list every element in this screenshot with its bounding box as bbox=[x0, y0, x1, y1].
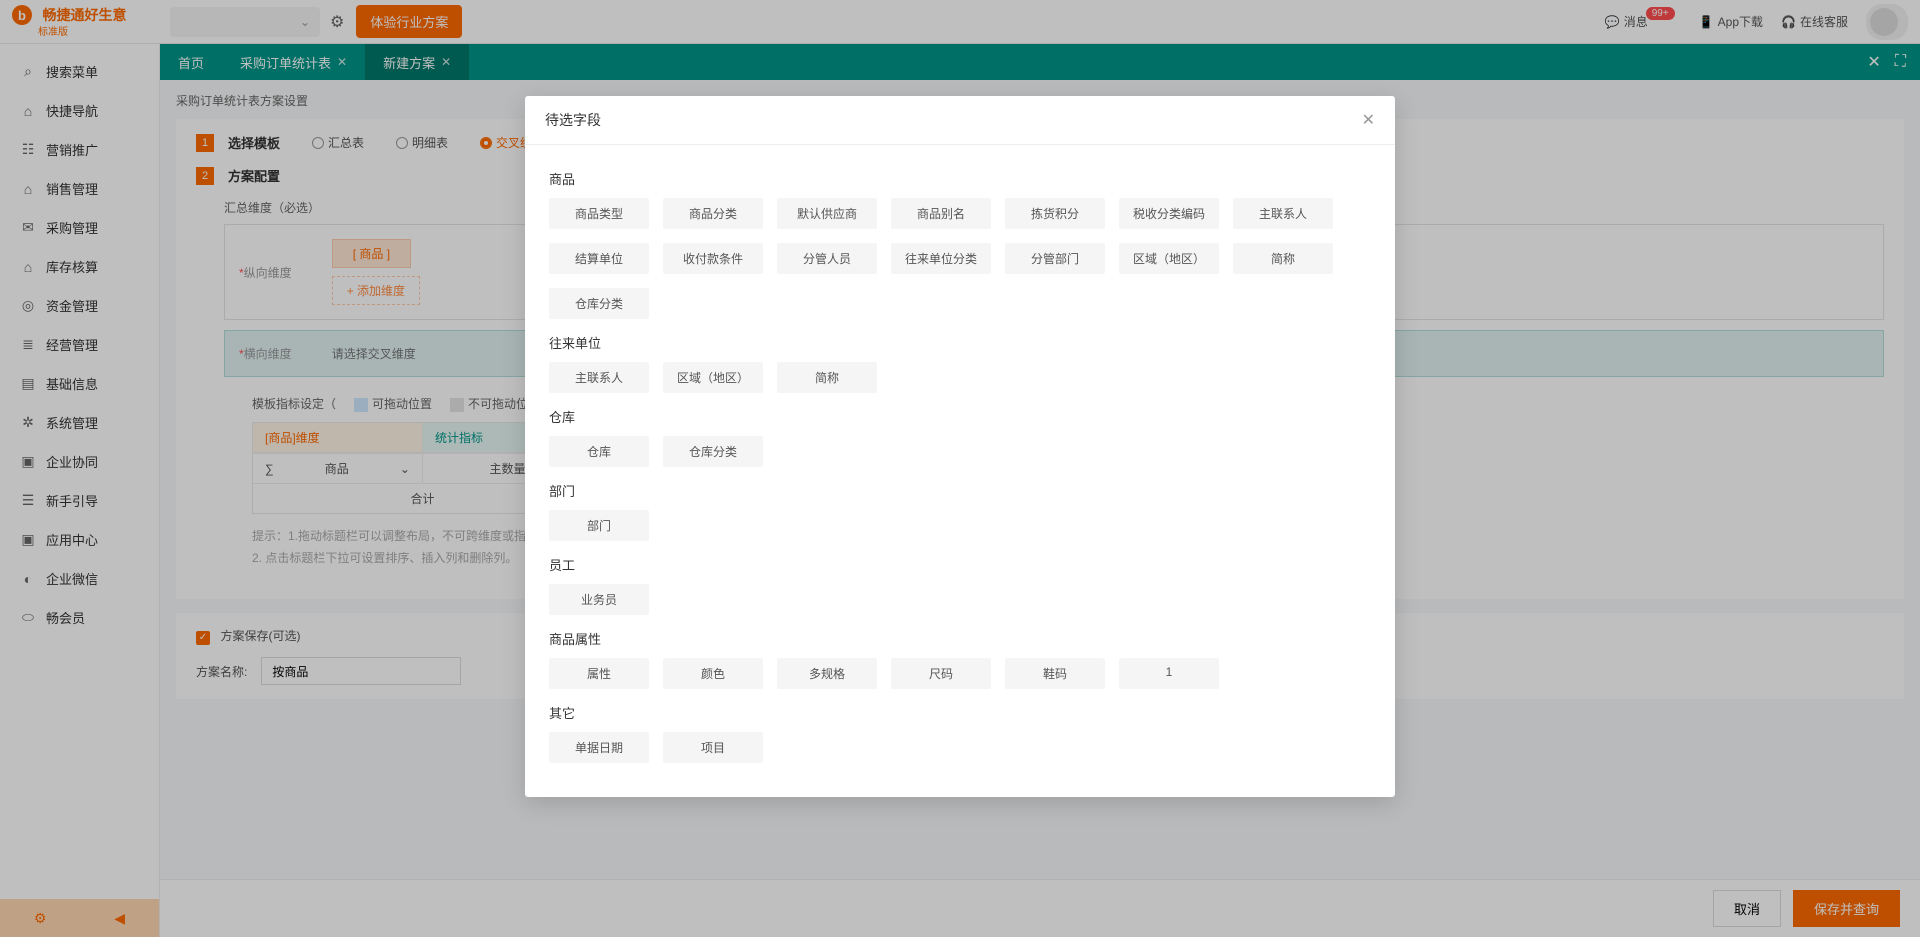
field-tag[interactable]: 仓库分类 bbox=[663, 436, 763, 467]
field-group-4: 员工业务员 bbox=[549, 555, 1371, 615]
field-tag[interactable]: 结算单位 bbox=[549, 243, 649, 274]
field-group-1: 往来单位主联系人区域（地区） 简称 bbox=[549, 333, 1371, 393]
field-tag[interactable]: 1 bbox=[1119, 658, 1219, 689]
group-title: 仓库 bbox=[549, 407, 1371, 426]
field-tag[interactable]: 收付款条件 bbox=[663, 243, 763, 274]
modal-header: 待选字段 ✕ bbox=[525, 96, 1395, 145]
field-tag[interactable]: 拣货积分 bbox=[1005, 198, 1105, 229]
group-title: 往来单位 bbox=[549, 333, 1371, 352]
tag-row: 仓库仓库分类 bbox=[549, 436, 1371, 467]
group-title: 商品属性 bbox=[549, 629, 1371, 648]
field-modal: 待选字段 ✕ 商品商品类型商品分类默认供应商商品别名拣货积分税收分类编码主联系人… bbox=[525, 96, 1395, 797]
field-tag[interactable]: 区域（地区） bbox=[1119, 243, 1219, 274]
field-tag[interactable]: 鞋码 bbox=[1005, 658, 1105, 689]
field-tag[interactable]: 主联系人 bbox=[549, 362, 649, 393]
field-tag[interactable]: 业务员 bbox=[549, 584, 649, 615]
tag-row: 业务员 bbox=[549, 584, 1371, 615]
group-title: 部门 bbox=[549, 481, 1371, 500]
field-tag[interactable]: 仓库 bbox=[549, 436, 649, 467]
tag-row: 属性颜色多规格尺码鞋码 1 bbox=[549, 658, 1371, 689]
group-title: 员工 bbox=[549, 555, 1371, 574]
field-tag[interactable]: 商品类型 bbox=[549, 198, 649, 229]
group-title: 商品 bbox=[549, 169, 1371, 188]
tag-row: 主联系人区域（地区） 简称 bbox=[549, 362, 1371, 393]
field-tag[interactable]: 税收分类编码 bbox=[1119, 198, 1219, 229]
field-tag[interactable]: 颜色 bbox=[663, 658, 763, 689]
field-tag[interactable]: 默认供应商 bbox=[777, 198, 877, 229]
field-tag[interactable]: 仓库分类 bbox=[549, 288, 649, 319]
field-tag[interactable]: 多规格 bbox=[777, 658, 877, 689]
field-group-5: 商品属性属性颜色多规格尺码鞋码 1 bbox=[549, 629, 1371, 689]
field-group-0: 商品商品类型商品分类默认供应商商品别名拣货积分税收分类编码主联系人结算单位收付款… bbox=[549, 169, 1371, 319]
field-tag[interactable]: 商品别名 bbox=[891, 198, 991, 229]
field-tag[interactable]: 简称 bbox=[1233, 243, 1333, 274]
field-tag[interactable]: 尺码 bbox=[891, 658, 991, 689]
close-icon[interactable]: ✕ bbox=[1362, 110, 1375, 130]
group-title: 其它 bbox=[549, 703, 1371, 722]
field-tag[interactable]: 往来单位分类 bbox=[891, 243, 991, 274]
field-tag[interactable]: 简称 bbox=[777, 362, 877, 393]
modal-body: 商品商品类型商品分类默认供应商商品别名拣货积分税收分类编码主联系人结算单位收付款… bbox=[525, 145, 1395, 773]
field-tag[interactable]: 主联系人 bbox=[1233, 198, 1333, 229]
field-tag[interactable]: 部门 bbox=[549, 510, 649, 541]
field-tag[interactable]: 区域（地区） bbox=[663, 362, 763, 393]
field-tag[interactable]: 分管人员 bbox=[777, 243, 877, 274]
field-group-2: 仓库仓库仓库分类 bbox=[549, 407, 1371, 467]
tag-row: 部门 bbox=[549, 510, 1371, 541]
field-tag[interactable]: 项目 bbox=[663, 732, 763, 763]
field-tag[interactable]: 分管部门 bbox=[1005, 243, 1105, 274]
field-tag[interactable]: 属性 bbox=[549, 658, 649, 689]
field-tag[interactable]: 单据日期 bbox=[549, 732, 649, 763]
tag-row: 商品类型商品分类默认供应商商品别名拣货积分税收分类编码主联系人结算单位收付款条件… bbox=[549, 198, 1371, 319]
tag-row: 单据日期项目 bbox=[549, 732, 1371, 763]
field-tag[interactable]: 商品分类 bbox=[663, 198, 763, 229]
field-group-3: 部门部门 bbox=[549, 481, 1371, 541]
modal-title: 待选字段 bbox=[545, 110, 601, 130]
field-group-6: 其它单据日期项目 bbox=[549, 703, 1371, 763]
